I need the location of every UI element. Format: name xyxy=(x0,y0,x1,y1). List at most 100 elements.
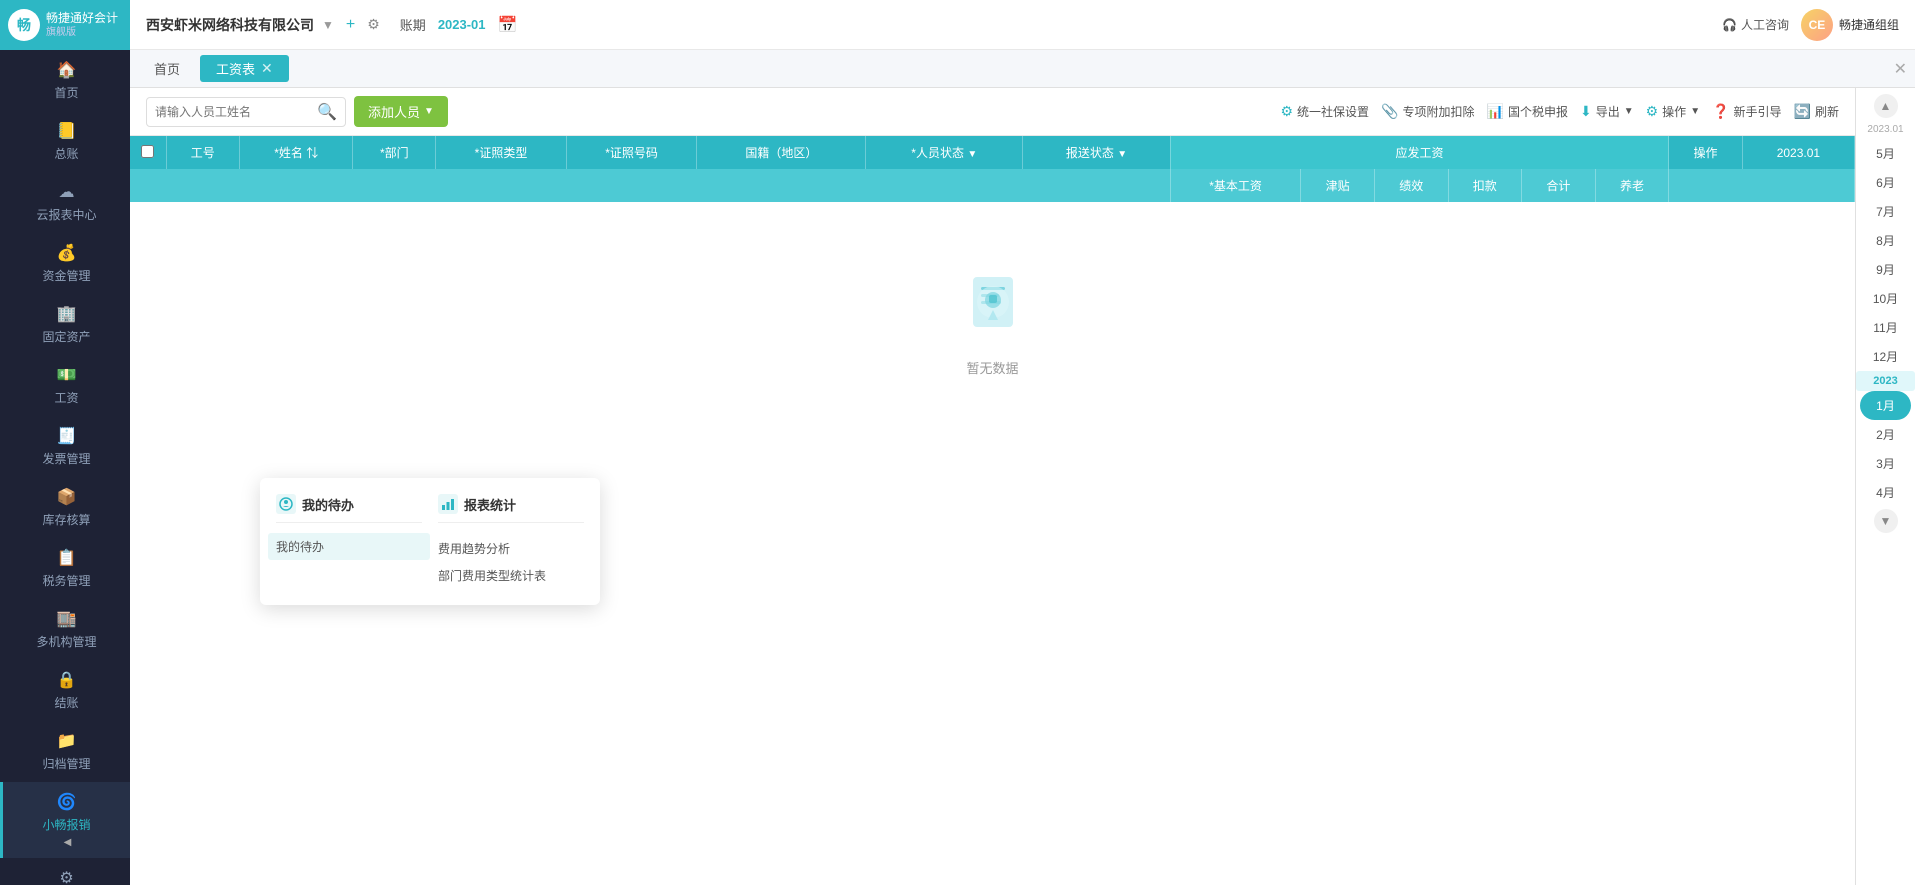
sidebar-item-ledger[interactable]: 📒 总账 xyxy=(0,111,130,172)
todo-col-icon xyxy=(276,494,296,514)
popup-report-item-1[interactable]: 费用趋势分析 xyxy=(438,535,584,562)
select-all-checkbox[interactable] xyxy=(141,145,154,158)
table-header-salary: 应发工资 xyxy=(1170,136,1668,169)
date-month-12[interactable]: 12月 xyxy=(1856,342,1915,371)
sidebar-item-label: 多机构管理 xyxy=(36,633,96,650)
sidebar-item-assets[interactable]: 🏢 固定资产 xyxy=(0,294,130,355)
add-company-button[interactable]: + xyxy=(346,16,355,34)
sidebar-item-label: 固定资产 xyxy=(42,328,90,345)
sidebar-item-report[interactable]: ☁ 云报表中心 xyxy=(0,172,130,233)
special-deduction-button[interactable]: 📎 专项附加扣除 xyxy=(1381,103,1474,120)
operation-button[interactable]: ⚙ 操作 ▼ xyxy=(1646,103,1700,120)
sidebar-item-multi[interactable]: 🏬 多机构管理 xyxy=(0,599,130,660)
sidebar-item-archive[interactable]: 📁 归档管理 xyxy=(0,721,130,782)
deduction-icon: 📎 xyxy=(1381,103,1398,120)
main-container: 西安虾米网络科技有限公司 ▼ + ⚙ 账期 2023-01 📅 🎧 人工咨询 C… xyxy=(130,0,1915,885)
logo-text: 畅捷通好会计 旗舰版 xyxy=(46,11,118,40)
date-down-nav[interactable]: ▼ xyxy=(1874,509,1898,533)
search-box[interactable]: 🔍 xyxy=(146,97,346,127)
table-subheader-empty xyxy=(130,169,1170,202)
operation-icon: ⚙ xyxy=(1646,103,1659,120)
calendar-icon[interactable]: 📅 xyxy=(498,15,518,35)
sidebar-item-settings[interactable]: ⚙ 基础设置 xyxy=(0,858,130,885)
export-caret-icon: ▼ xyxy=(1624,106,1634,117)
company-name: 西安虾米网络科技有限公司 xyxy=(146,15,314,35)
date-month-1[interactable]: 1月 xyxy=(1860,391,1911,420)
date-up-nav[interactable]: ▲ xyxy=(1874,94,1898,118)
table-header-dept: *部门 xyxy=(353,136,436,169)
sidebar-item-xiaochange[interactable]: 🌀 小畅报销 ◀ xyxy=(0,782,130,858)
table-header-country: 国籍（地区） xyxy=(697,136,866,169)
date-month-7[interactable]: 7月 xyxy=(1856,197,1915,226)
sidebar-item-label: 总账 xyxy=(54,145,78,162)
tab-salary[interactable]: 工资表 ✕ xyxy=(200,55,289,82)
date-month-11[interactable]: 11月 xyxy=(1856,313,1915,342)
sidebar-item-label: 税务管理 xyxy=(42,572,90,589)
add-person-button[interactable]: 添加人员 ▼ xyxy=(354,96,448,127)
date-month-2[interactable]: 2月 xyxy=(1856,420,1915,449)
guide-button[interactable]: ❓ 新手引导 xyxy=(1712,103,1781,120)
social-icon: ⚙ xyxy=(1280,103,1293,120)
sidebar-item-label: 云报表中心 xyxy=(36,206,96,223)
empty-state: 暂无数据 xyxy=(130,202,1855,437)
date-month-3[interactable]: 3月 xyxy=(1856,449,1915,478)
sidebar-item-invoice[interactable]: 🧾 发票管理 xyxy=(0,416,130,477)
table-header-name: *姓名 ⇅ xyxy=(240,136,353,169)
empty-text: 暂无数据 xyxy=(966,358,1018,377)
table-subheader-base: *基本工资 xyxy=(1170,169,1301,202)
popup-report-item-2[interactable]: 部门费用类型统计表 xyxy=(438,562,584,589)
sidebar-item-close[interactable]: 🔒 结账 xyxy=(0,660,130,721)
date-month-10[interactable]: 10月 xyxy=(1856,284,1915,313)
ledger-icon: 📒 xyxy=(57,121,77,141)
date-month-5[interactable]: 5月 xyxy=(1856,139,1915,168)
date-month-8[interactable]: 8月 xyxy=(1856,226,1915,255)
content-area: 🔍 添加人员 ▼ ⚙ 统一社保设置 📎 专项附加扣除 xyxy=(130,88,1915,885)
date-month-6[interactable]: 6月 xyxy=(1856,168,1915,197)
report-col-title: 报表统计 xyxy=(464,495,516,514)
sidebar-item-home[interactable]: 🏠 首页 xyxy=(0,50,130,111)
table-header-checkbox[interactable] xyxy=(130,136,166,169)
tab-home[interactable]: 首页 xyxy=(138,55,196,82)
sidebar-item-label: 发票管理 xyxy=(42,450,90,467)
tab-close-icon[interactable]: ✕ xyxy=(261,60,273,77)
tax-report-icon: 📊 xyxy=(1487,103,1504,120)
sidebar-item-tax[interactable]: 📋 税务管理 xyxy=(0,538,130,599)
todo-col-title: 我的待办 xyxy=(302,495,354,514)
date-month-9[interactable]: 9月 xyxy=(1856,255,1915,284)
table-subheader-performance: 绩效 xyxy=(1374,169,1448,202)
table-subheader-deduction: 扣款 xyxy=(1448,169,1522,202)
table-header-id-num: *证照号码 xyxy=(566,136,697,169)
user-profile[interactable]: CE 畅捷通组组 xyxy=(1801,9,1899,41)
tax-report-button[interactable]: 📊 国个税申报 xyxy=(1487,103,1568,120)
company-dropdown-icon[interactable]: ▼ xyxy=(322,18,334,32)
tab-bar: 首页 工资表 ✕ ✕ xyxy=(130,50,1915,88)
refresh-button[interactable]: 🔄 刷新 xyxy=(1794,103,1839,120)
popup-col-todo-header: 我的待办 xyxy=(276,494,422,523)
refresh-icon: 🔄 xyxy=(1794,103,1811,120)
xiaochange-icon: 🌀 xyxy=(57,792,77,812)
social-insurance-button[interactable]: ⚙ 统一社保设置 xyxy=(1280,103,1369,120)
sidebar-item-finance[interactable]: 💰 资金管理 xyxy=(0,233,130,294)
tab-bar-close[interactable]: ✕ xyxy=(1894,59,1907,79)
settings-company-icon[interactable]: ⚙ xyxy=(367,16,380,33)
finance-icon: 💰 xyxy=(57,243,77,263)
sidebar-item-salary[interactable]: 💵 工资 xyxy=(0,355,130,416)
logo-icon: 畅 xyxy=(8,9,40,41)
popup-todo-item[interactable]: 我的待办 xyxy=(268,533,430,560)
table-header-operations: 操作 xyxy=(1669,136,1743,169)
export-button[interactable]: ⬇ 导出 ▼ xyxy=(1580,103,1634,120)
sidebar-item-label: 首页 xyxy=(54,84,78,101)
date-panel: ▲ 2023.01 5月 6月 7月 8月 9月 10月 11月 12月 202… xyxy=(1855,88,1915,885)
date-month-4[interactable]: 4月 xyxy=(1856,478,1915,507)
headset-icon: 🎧 xyxy=(1722,18,1737,32)
sidebar-item-inventory[interactable]: 📦 库存核算 xyxy=(0,477,130,538)
search-input[interactable] xyxy=(155,105,311,119)
popup-col-todo: 我的待办 我的待办 xyxy=(276,494,422,589)
sidebar-nav: 🏠 首页 📒 总账 ☁ 云报表中心 💰 资金管理 🏢 固定资产 💵 工资 🧾 发… xyxy=(0,50,130,885)
period-value: 2023-01 xyxy=(438,17,486,32)
search-icon: 🔍 xyxy=(317,102,337,122)
customer-service-button[interactable]: 🎧 人工咨询 xyxy=(1722,16,1789,33)
multi-icon: 🏬 xyxy=(57,609,77,629)
settings-icon: ⚙ xyxy=(59,868,73,885)
inventory-icon: 📦 xyxy=(57,487,77,507)
